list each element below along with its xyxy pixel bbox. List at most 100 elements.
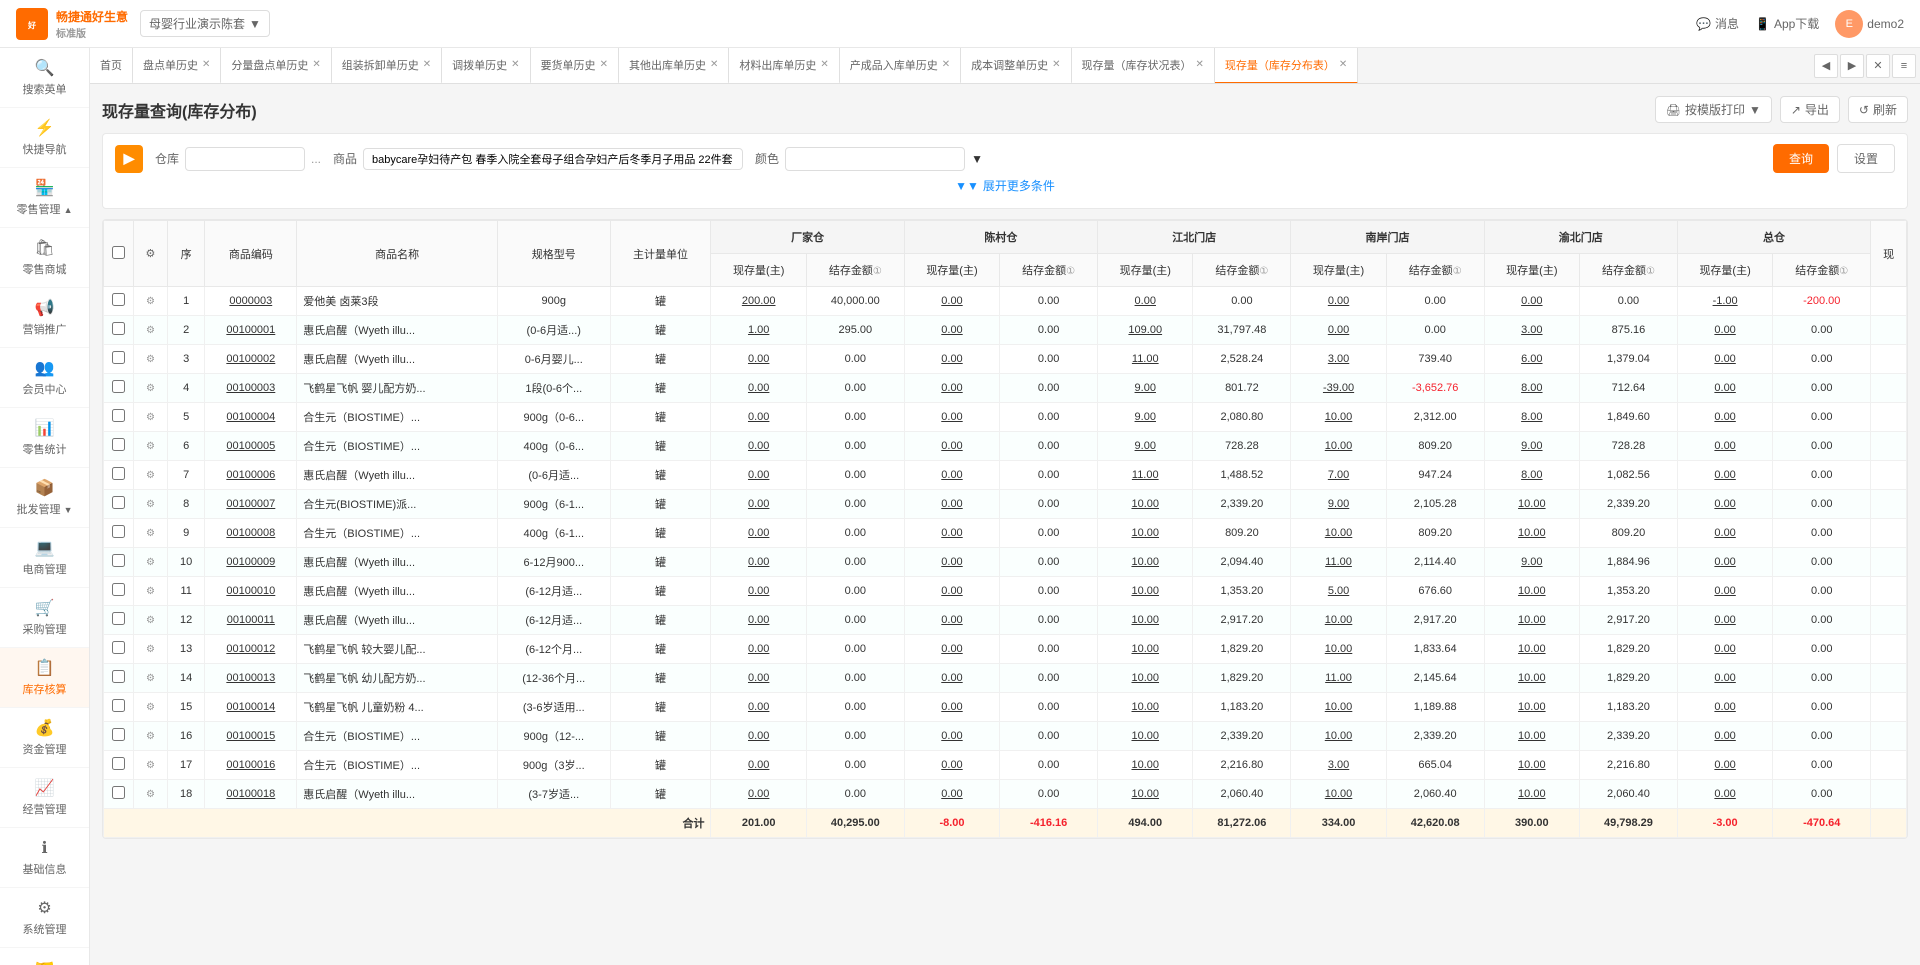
row-yubei-qty[interactable]: 10.00 — [1484, 664, 1579, 693]
row-checkbox[interactable] — [104, 751, 134, 780]
row-select[interactable] — [112, 322, 125, 335]
row-nanan-qty[interactable]: 3.00 — [1291, 751, 1386, 780]
row-factory-qty[interactable]: 0.00 — [711, 548, 806, 577]
row-yubei-qty[interactable]: 9.00 — [1484, 548, 1579, 577]
sidebar-item-basic-info[interactable]: ℹ 基础信息 — [0, 828, 89, 888]
row-checkbox[interactable] — [104, 635, 134, 664]
row-chencun-qty[interactable]: 0.00 — [904, 780, 999, 809]
tab-assembly[interactable]: 组装拆卸单历史 ✕ — [332, 48, 442, 84]
row-select[interactable] — [112, 757, 125, 770]
table-settings-icon[interactable]: ⚙ — [146, 248, 156, 260]
row-checkbox[interactable] — [104, 519, 134, 548]
tab-current-stock[interactable]: 现存量（库存状况表） ✕ — [1072, 48, 1215, 84]
row-jiangbei-qty[interactable]: 11.00 — [1098, 345, 1193, 374]
row-factory-qty[interactable]: 200.00 — [711, 287, 806, 316]
sidebar-item-retail-stats[interactable]: 📊 零售统计 — [0, 408, 89, 468]
row-jiangbei-qty[interactable]: 9.00 — [1098, 432, 1193, 461]
row-chencun-qty[interactable]: 0.00 — [904, 461, 999, 490]
sidebar-item-operations[interactable]: 📈 经营管理 — [0, 768, 89, 828]
row-code[interactable]: 00100011 — [205, 606, 297, 635]
tab-cost-adjust[interactable]: 成本调整单历史 ✕ — [961, 48, 1071, 84]
row-factory-qty[interactable]: 0.00 — [711, 664, 806, 693]
row-jiangbei-qty[interactable]: 10.00 — [1098, 722, 1193, 751]
row-nanan-qty[interactable]: 0.00 — [1291, 316, 1386, 345]
app-download-btn[interactable]: 📱 App下载 — [1755, 15, 1819, 32]
row-total-qty[interactable]: 0.00 — [1677, 519, 1772, 548]
export-btn[interactable]: ↗ 导出 — [1780, 96, 1840, 123]
row-yubei-qty[interactable]: 6.00 — [1484, 345, 1579, 374]
tab-transfer-close[interactable]: ✕ — [511, 59, 519, 70]
row-yubei-qty[interactable]: 10.00 — [1484, 577, 1579, 606]
row-total-qty[interactable]: 0.00 — [1677, 606, 1772, 635]
row-jiangbei-qty[interactable]: 10.00 — [1098, 664, 1193, 693]
row-nanan-qty[interactable]: 10.00 — [1291, 635, 1386, 664]
row-code[interactable]: 00100008 — [205, 519, 297, 548]
row-total-qty[interactable]: 0.00 — [1677, 664, 1772, 693]
row-total-qty[interactable]: 0.00 — [1677, 780, 1772, 809]
row-total-qty[interactable]: 0.00 — [1677, 751, 1772, 780]
row-select[interactable] — [112, 496, 125, 509]
row-nanan-qty[interactable]: 5.00 — [1291, 577, 1386, 606]
sidebar-item-inventory[interactable]: 📋 库存核算 — [0, 648, 89, 708]
row-total-qty[interactable]: 0.00 — [1677, 432, 1772, 461]
row-checkbox[interactable] — [104, 316, 134, 345]
row-yubei-qty[interactable]: 9.00 — [1484, 432, 1579, 461]
sidebar-item-retail-mall[interactable]: 🛍 零售商城 — [0, 228, 89, 288]
tab-product-in-close[interactable]: ✕ — [942, 59, 950, 70]
row-factory-qty[interactable]: 1.00 — [711, 316, 806, 345]
row-factory-qty[interactable]: 0.00 — [711, 461, 806, 490]
row-factory-qty[interactable]: 0.00 — [711, 722, 806, 751]
tab-home[interactable]: 首页 — [90, 48, 133, 84]
row-factory-qty[interactable]: 0.00 — [711, 345, 806, 374]
row-jiangbei-qty[interactable]: 10.00 — [1098, 751, 1193, 780]
row-factory-qty[interactable]: 0.00 — [711, 519, 806, 548]
row-jiangbei-qty[interactable]: 10.00 — [1098, 548, 1193, 577]
sidebar-item-wholesale[interactable]: 📦 批发管理 ▼ — [0, 468, 89, 528]
row-select[interactable] — [112, 467, 125, 480]
row-nanan-qty[interactable]: 7.00 — [1291, 461, 1386, 490]
row-nanan-qty[interactable]: 10.00 — [1291, 403, 1386, 432]
product-input[interactable] — [363, 148, 743, 170]
row-select[interactable] — [112, 380, 125, 393]
row-total-qty[interactable]: 0.00 — [1677, 693, 1772, 722]
row-factory-qty[interactable]: 0.00 — [711, 635, 806, 664]
row-factory-qty[interactable]: 0.00 — [711, 606, 806, 635]
row-total-qty[interactable]: 0.00 — [1677, 635, 1772, 664]
tab-stock-dist-close[interactable]: ✕ — [1339, 59, 1347, 70]
tab-other-out[interactable]: 其他出库单历史 ✕ — [619, 48, 729, 84]
row-yubei-qty[interactable]: 10.00 — [1484, 722, 1579, 751]
expand-more-btn[interactable]: ▼▼ 展开更多条件 — [115, 173, 1895, 198]
tab-assembly-close[interactable]: ✕ — [423, 59, 431, 70]
row-yubei-qty[interactable]: 8.00 — [1484, 461, 1579, 490]
factory-amt-info-icon[interactable]: ① — [873, 266, 882, 277]
tab-requisition-close[interactable]: ✕ — [600, 59, 608, 70]
sidebar-item-ecommerce[interactable]: 💻 电商管理 — [0, 528, 89, 588]
row-jiangbei-qty[interactable]: 10.00 — [1098, 606, 1193, 635]
refresh-btn[interactable]: ↺ 刷新 — [1848, 96, 1908, 123]
nanan-amt-info-icon[interactable]: ① — [1453, 266, 1462, 277]
row-chencun-qty[interactable]: 0.00 — [904, 635, 999, 664]
row-checkbox[interactable] — [104, 345, 134, 374]
tab-stocktake-close[interactable]: ✕ — [202, 59, 210, 70]
row-checkbox[interactable] — [104, 403, 134, 432]
tab-other-out-close[interactable]: ✕ — [710, 59, 718, 70]
row-chencun-qty[interactable]: 0.00 — [904, 577, 999, 606]
row-factory-qty[interactable]: 0.00 — [711, 490, 806, 519]
tab-next-btn[interactable]: ▶ — [1840, 54, 1864, 78]
row-jiangbei-qty[interactable]: 9.00 — [1098, 403, 1193, 432]
row-nanan-qty[interactable]: -39.00 — [1291, 374, 1386, 403]
row-checkbox[interactable] — [104, 374, 134, 403]
row-total-qty[interactable]: 0.00 — [1677, 577, 1772, 606]
row-total-qty[interactable]: 0.00 — [1677, 490, 1772, 519]
row-select[interactable] — [112, 670, 125, 683]
row-code[interactable]: 00100006 — [205, 461, 297, 490]
tab-stock-dist[interactable]: 现存量（库存分布表） ✕ — [1215, 48, 1358, 84]
row-factory-qty[interactable]: 0.00 — [711, 374, 806, 403]
row-checkbox[interactable] — [104, 722, 134, 751]
row-yubei-qty[interactable]: 10.00 — [1484, 635, 1579, 664]
row-select[interactable] — [112, 786, 125, 799]
tab-menu-btn[interactable]: ≡ — [1892, 54, 1916, 78]
color-input[interactable] — [785, 147, 965, 171]
row-jiangbei-qty[interactable]: 0.00 — [1098, 287, 1193, 316]
row-checkbox[interactable] — [104, 461, 134, 490]
